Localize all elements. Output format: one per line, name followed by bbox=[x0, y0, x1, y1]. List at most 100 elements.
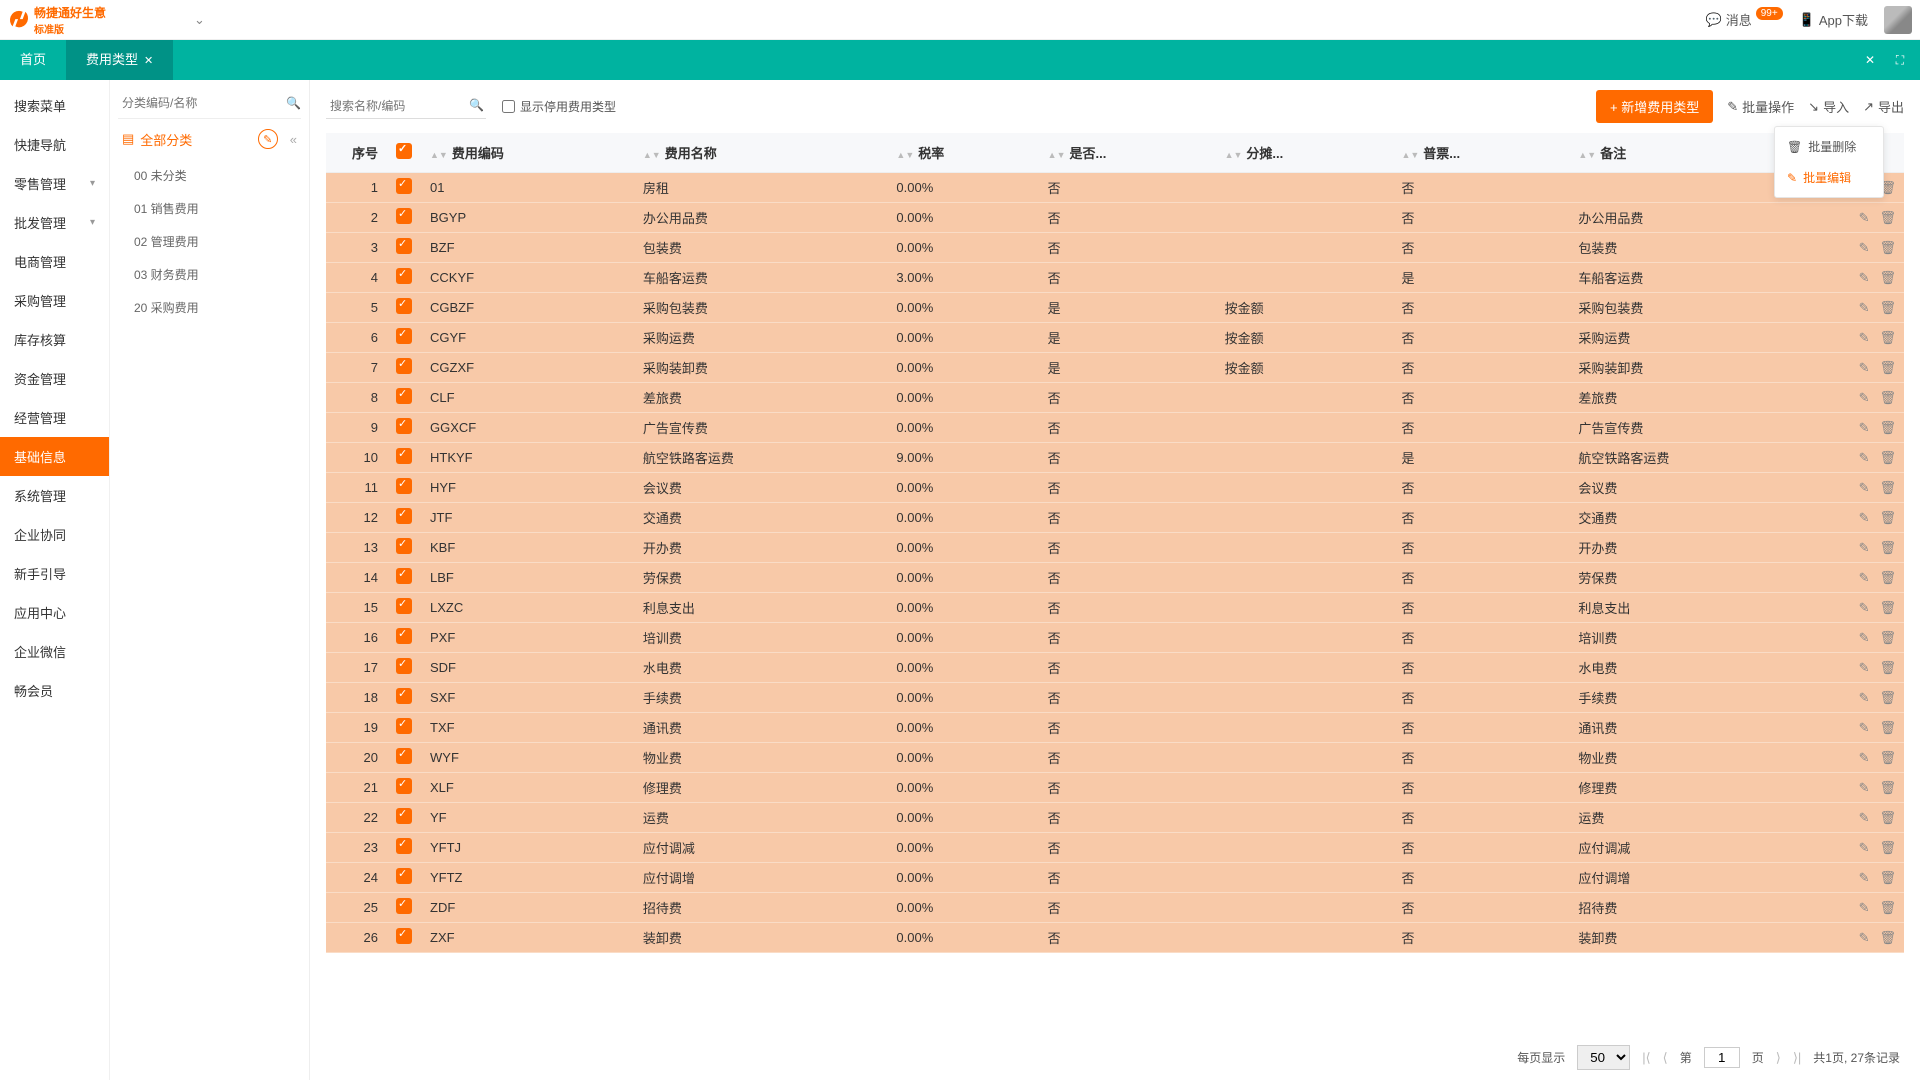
cell-checkbox[interactable] bbox=[386, 653, 422, 683]
row-checkbox[interactable] bbox=[396, 388, 412, 404]
col-ticket[interactable]: ▲▼普票... bbox=[1393, 133, 1570, 173]
table-row[interactable]: 22YF运费0.00%否否运费✎🗑 bbox=[326, 803, 1904, 833]
cell-checkbox[interactable] bbox=[386, 773, 422, 803]
cell-checkbox[interactable] bbox=[386, 743, 422, 773]
trash-icon[interactable]: 🗑 bbox=[1879, 480, 1896, 496]
edit-icon[interactable]: ✎ bbox=[1859, 390, 1870, 406]
sidebar-item[interactable]: 企业微信 bbox=[0, 632, 109, 671]
edit-icon[interactable]: ✎ bbox=[1859, 900, 1870, 916]
sidebar-item[interactable]: 库存核算 bbox=[0, 320, 109, 359]
category-item[interactable]: 01 销售费用 bbox=[134, 192, 301, 225]
cell-checkbox[interactable] bbox=[386, 533, 422, 563]
table-row[interactable]: 23YFTJ应付调减0.00%否否应付调减✎🗑 bbox=[326, 833, 1904, 863]
row-checkbox[interactable] bbox=[396, 658, 412, 674]
row-checkbox[interactable] bbox=[396, 358, 412, 374]
batch-delete-item[interactable]: 🗑批量删除 bbox=[1775, 131, 1883, 162]
trash-icon[interactable]: 🗑 bbox=[1879, 300, 1896, 316]
show-disabled-checkbox[interactable]: 显示停用费用类型 bbox=[502, 98, 616, 115]
trash-icon[interactable]: 🗑 bbox=[1879, 510, 1896, 526]
table-row[interactable]: 11HYF会议费0.00%否否会议费✎🗑 bbox=[326, 473, 1904, 503]
table-row[interactable]: 6CGYF采购运费0.00%是按金额否采购运费✎🗑 bbox=[326, 323, 1904, 353]
trash-icon[interactable]: 🗑 bbox=[1879, 930, 1896, 946]
trash-icon[interactable]: 🗑 bbox=[1879, 690, 1896, 706]
col-code[interactable]: ▲▼费用编码 bbox=[422, 133, 635, 173]
cell-checkbox[interactable] bbox=[386, 593, 422, 623]
table-row[interactable]: 14LBF劳保费0.00%否否劳保费✎🗑 bbox=[326, 563, 1904, 593]
sort-icon[interactable]: ▲▼ bbox=[1401, 152, 1419, 158]
trash-icon[interactable]: 🗑 bbox=[1879, 900, 1896, 916]
category-item[interactable]: 03 财务费用 bbox=[134, 258, 301, 291]
trash-icon[interactable]: 🗑 bbox=[1879, 570, 1896, 586]
trash-icon[interactable]: 🗑 bbox=[1879, 780, 1896, 796]
edit-icon[interactable]: ✎ bbox=[1859, 720, 1870, 736]
sidebar-item[interactable]: 畅会员 bbox=[0, 671, 109, 710]
table-row[interactable]: 21XLF修理费0.00%否否修理费✎🗑 bbox=[326, 773, 1904, 803]
trash-icon[interactable]: 🗑 bbox=[1879, 360, 1896, 376]
cell-checkbox[interactable] bbox=[386, 293, 422, 323]
search-input[interactable] bbox=[326, 94, 486, 119]
col-rate[interactable]: ▲▼税率 bbox=[888, 133, 1039, 173]
edit-icon[interactable]: ✎ bbox=[1859, 570, 1870, 586]
edit-icon[interactable]: ✎ bbox=[1859, 270, 1870, 286]
row-checkbox[interactable] bbox=[396, 748, 412, 764]
per-page-select[interactable]: 50 bbox=[1577, 1045, 1630, 1070]
sidebar-item[interactable]: 新手引导 bbox=[0, 554, 109, 593]
edit-icon[interactable]: ✎ bbox=[1859, 420, 1870, 436]
table-row[interactable]: 13KBF开办费0.00%否否开办费✎🗑 bbox=[326, 533, 1904, 563]
cell-checkbox[interactable] bbox=[386, 353, 422, 383]
sort-icon[interactable]: ▲▼ bbox=[1048, 152, 1066, 158]
trash-icon[interactable]: 🗑 bbox=[1879, 420, 1896, 436]
trash-icon[interactable]: 🗑 bbox=[1879, 390, 1896, 406]
table-row[interactable]: 9GGXCF广告宣传费0.00%否否广告宣传费✎🗑 bbox=[326, 413, 1904, 443]
tab-费用类型[interactable]: 费用类型✕ bbox=[66, 40, 173, 80]
cell-checkbox[interactable] bbox=[386, 323, 422, 353]
col-isx[interactable]: ▲▼是否... bbox=[1040, 133, 1217, 173]
row-checkbox[interactable] bbox=[396, 808, 412, 824]
row-checkbox[interactable] bbox=[396, 178, 412, 194]
table-row[interactable]: 26ZXF装卸费0.00%否否装卸费✎🗑 bbox=[326, 923, 1904, 953]
row-checkbox[interactable] bbox=[396, 568, 412, 584]
row-checkbox[interactable] bbox=[396, 868, 412, 884]
row-checkbox[interactable] bbox=[396, 508, 412, 524]
col-checkbox[interactable] bbox=[386, 133, 422, 173]
edit-icon[interactable]: ✎ bbox=[1859, 630, 1870, 646]
sort-icon[interactable]: ▲▼ bbox=[896, 152, 914, 158]
cell-checkbox[interactable] bbox=[386, 383, 422, 413]
app-download-button[interactable]: 📱 App下载 bbox=[1799, 10, 1868, 29]
edit-icon[interactable]: ✎ bbox=[1859, 540, 1870, 556]
batch-edit-item[interactable]: ✎批量编辑 bbox=[1775, 162, 1883, 193]
sidebar-item[interactable]: 资金管理 bbox=[0, 359, 109, 398]
row-checkbox[interactable] bbox=[396, 208, 412, 224]
export-button[interactable]: ↗导出 bbox=[1863, 97, 1904, 116]
category-item[interactable]: 00 未分类 bbox=[134, 159, 301, 192]
cell-checkbox[interactable] bbox=[386, 173, 422, 203]
edit-icon[interactable]: ✎ bbox=[1859, 480, 1870, 496]
edit-icon[interactable]: ✎ bbox=[1859, 210, 1870, 226]
avatar[interactable] bbox=[1884, 6, 1912, 34]
add-button[interactable]: + 新增费用类型 bbox=[1596, 90, 1713, 123]
table-row[interactable]: 12JTF交通费0.00%否否交通费✎🗑 bbox=[326, 503, 1904, 533]
sidebar-item[interactable]: 零售管理▾ bbox=[0, 164, 109, 203]
row-checkbox[interactable] bbox=[396, 448, 412, 464]
trash-icon[interactable]: 🗑 bbox=[1879, 600, 1896, 616]
close-icon[interactable]: ✕ bbox=[144, 55, 153, 67]
edit-icon[interactable]: ✎ bbox=[1859, 600, 1870, 616]
trash-icon[interactable]: 🗑 bbox=[1879, 720, 1896, 736]
table-row[interactable]: 17SDF水电费0.00%否否水电费✎🗑 bbox=[326, 653, 1904, 683]
search-icon[interactable]: 🔍 bbox=[286, 96, 301, 110]
table-row[interactable]: 101房租0.00%否否✎🗑 bbox=[326, 173, 1904, 203]
row-checkbox[interactable] bbox=[396, 718, 412, 734]
row-checkbox[interactable] bbox=[396, 298, 412, 314]
trash-icon[interactable]: 🗑 bbox=[1879, 540, 1896, 556]
sidebar-item[interactable]: 电商管理 bbox=[0, 242, 109, 281]
page-input[interactable] bbox=[1704, 1047, 1740, 1068]
tab-close-button[interactable]: ✕ bbox=[1860, 50, 1880, 70]
cell-checkbox[interactable] bbox=[386, 443, 422, 473]
trash-icon[interactable]: 🗑 bbox=[1879, 660, 1896, 676]
sidebar-item[interactable]: 搜索菜单 bbox=[0, 86, 109, 125]
sort-icon[interactable]: ▲▼ bbox=[1578, 152, 1596, 158]
col-index[interactable]: 序号 bbox=[326, 133, 386, 173]
col-name[interactable]: ▲▼费用名称 bbox=[635, 133, 889, 173]
table-row[interactable]: 16PXF培训费0.00%否否培训费✎🗑 bbox=[326, 623, 1904, 653]
table-row[interactable]: 2BGYP办公用品费0.00%否否办公用品费✎🗑 bbox=[326, 203, 1904, 233]
